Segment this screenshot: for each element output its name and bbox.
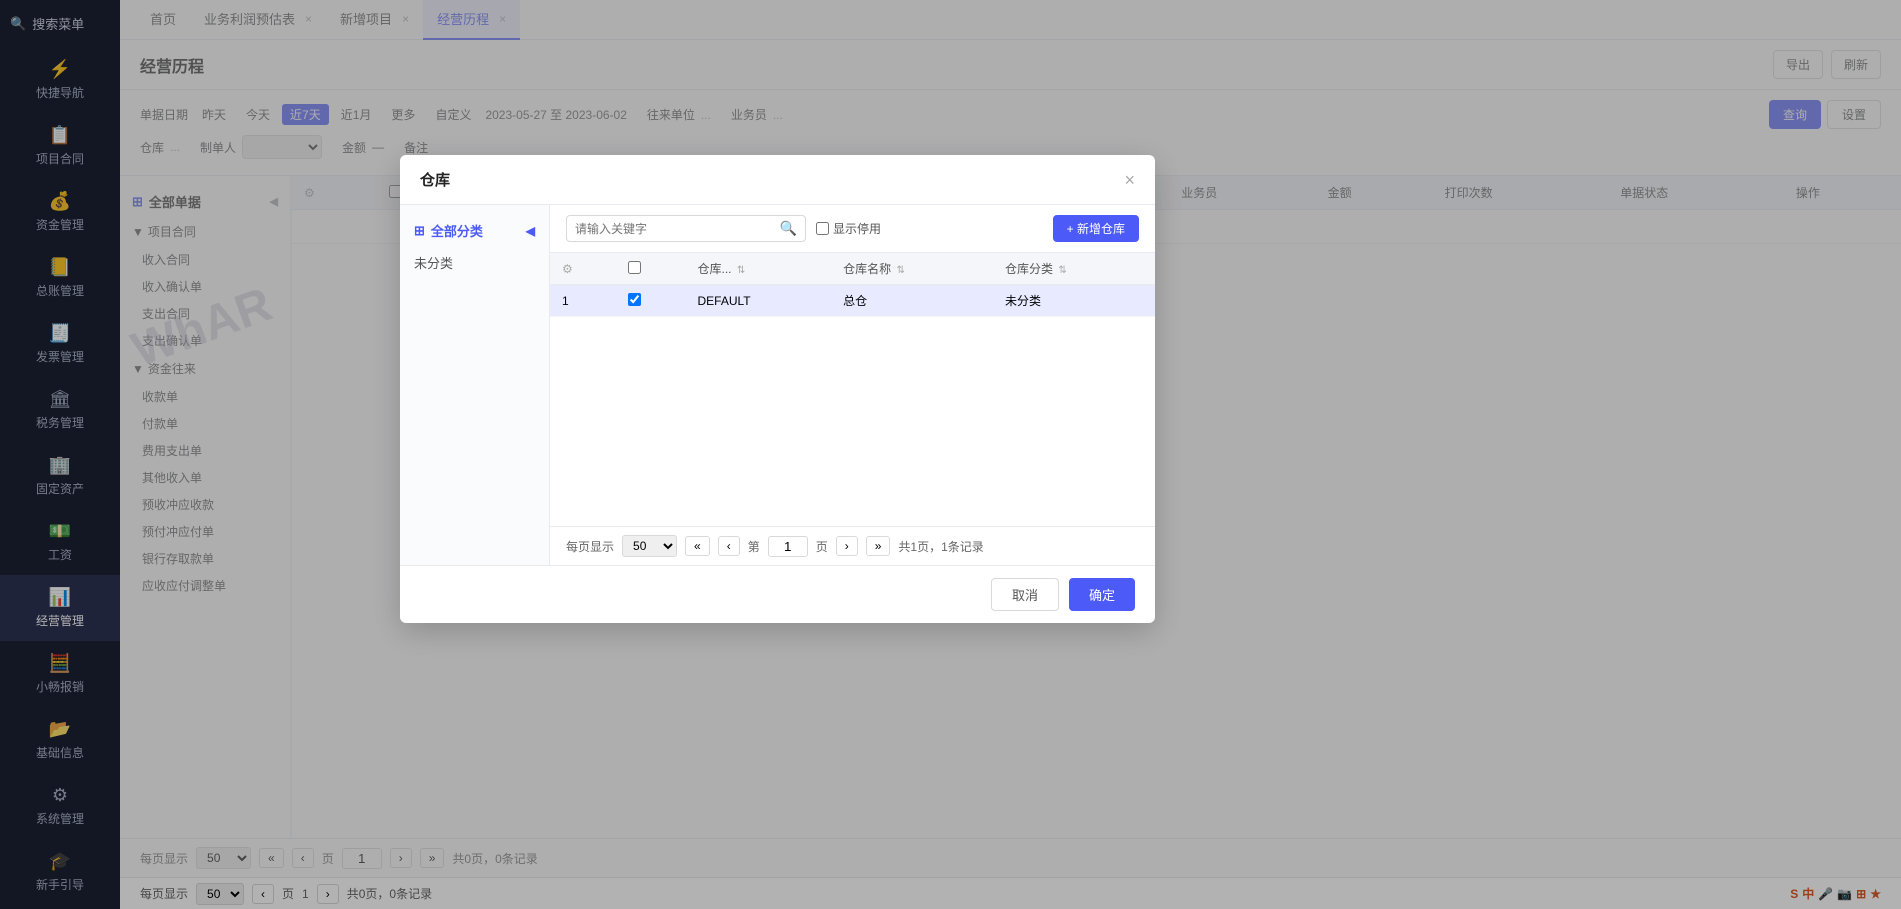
modal-page-end-label: 页 bbox=[816, 538, 828, 555]
modal-total-label: 共1页，1条记录 bbox=[898, 538, 983, 555]
search-box[interactable]: 🔍 bbox=[566, 215, 806, 242]
modal-table-section: 🔍 显示停用 + 新增仓库 ⚙ 仓库... ⇅ 仓库名称 ⇅ bbox=[550, 205, 1155, 565]
modal-title: 仓库 bbox=[420, 169, 450, 190]
modal-body: ⊞ 全部分类 ◀ 未分类 🔍 显示停用 + 新增仓库 bbox=[400, 205, 1155, 565]
all-categories-item[interactable]: ⊞ 全部分类 ◀ bbox=[400, 215, 549, 246]
modal-page-input[interactable] bbox=[768, 536, 808, 557]
modal-select-all[interactable] bbox=[628, 261, 641, 274]
add-warehouse-button[interactable]: + 新增仓库 bbox=[1053, 215, 1139, 242]
row-category: 未分类 bbox=[993, 285, 1155, 317]
col-gear-modal: ⚙ bbox=[550, 253, 616, 285]
row-code: DEFAULT bbox=[686, 285, 832, 317]
modal-next-btn[interactable]: › bbox=[836, 536, 858, 556]
category-item-unclassified[interactable]: 未分类 bbox=[400, 246, 549, 279]
modal-close-button[interactable]: × bbox=[1124, 171, 1135, 189]
col-name: 仓库名称 ⇅ bbox=[831, 253, 993, 285]
cancel-button[interactable]: 取消 bbox=[991, 578, 1059, 611]
search-icon-btn[interactable]: 🔍 bbox=[780, 220, 797, 237]
col-check-modal bbox=[616, 253, 686, 285]
all-categories-label: 全部分类 bbox=[431, 221, 483, 240]
modal-footer: 取消 确定 bbox=[400, 565, 1155, 623]
modal-page-size-select[interactable]: 501020100 bbox=[622, 535, 677, 557]
show-disabled-label: 显示停用 bbox=[816, 220, 881, 237]
modal-table: ⚙ 仓库... ⇅ 仓库名称 ⇅ 仓库分类 ⇅ 1 DEFAULT 总仓 bbox=[550, 253, 1155, 526]
row-name: 总仓 bbox=[831, 285, 993, 317]
table-row[interactable]: 1 DEFAULT 总仓 未分类 bbox=[550, 285, 1155, 317]
category-sidebar: ⊞ 全部分类 ◀ 未分类 bbox=[400, 205, 550, 565]
warehouse-modal: 仓库 × ⊞ 全部分类 ◀ 未分类 🔍 显示停用 bbox=[400, 155, 1155, 623]
gear-icon-modal[interactable]: ⚙ bbox=[562, 262, 573, 276]
modal-pagination: 每页显示 501020100 « ‹ 第 页 › » 共1页，1条记录 bbox=[550, 526, 1155, 565]
search-input[interactable] bbox=[575, 222, 780, 236]
row-index: 1 bbox=[550, 285, 616, 317]
col-code: 仓库... ⇅ bbox=[686, 253, 832, 285]
modal-first-btn[interactable]: « bbox=[685, 536, 710, 556]
collapse-icon-cat[interactable]: ◀ bbox=[526, 224, 535, 238]
row-checkbox-cell bbox=[616, 285, 686, 317]
confirm-button[interactable]: 确定 bbox=[1069, 578, 1135, 611]
row-checkbox[interactable] bbox=[628, 293, 641, 306]
col-category: 仓库分类 ⇅ bbox=[993, 253, 1155, 285]
category-item-label: 未分类 bbox=[414, 256, 453, 271]
grid-icon-cat: ⊞ bbox=[414, 223, 425, 239]
modal-page-label: 第 bbox=[748, 538, 760, 555]
show-disabled-checkbox[interactable] bbox=[816, 222, 829, 235]
warehouse-table: ⚙ 仓库... ⇅ 仓库名称 ⇅ 仓库分类 ⇅ 1 DEFAULT 总仓 bbox=[550, 253, 1155, 317]
modal-prev-btn[interactable]: ‹ bbox=[718, 536, 740, 556]
modal-toolbar: 🔍 显示停用 + 新增仓库 bbox=[550, 205, 1155, 253]
show-disabled-text: 显示停用 bbox=[833, 220, 881, 237]
modal-page-size-label: 每页显示 bbox=[566, 538, 614, 555]
modal-last-btn[interactable]: » bbox=[866, 536, 891, 556]
modal-header: 仓库 × bbox=[400, 155, 1155, 205]
